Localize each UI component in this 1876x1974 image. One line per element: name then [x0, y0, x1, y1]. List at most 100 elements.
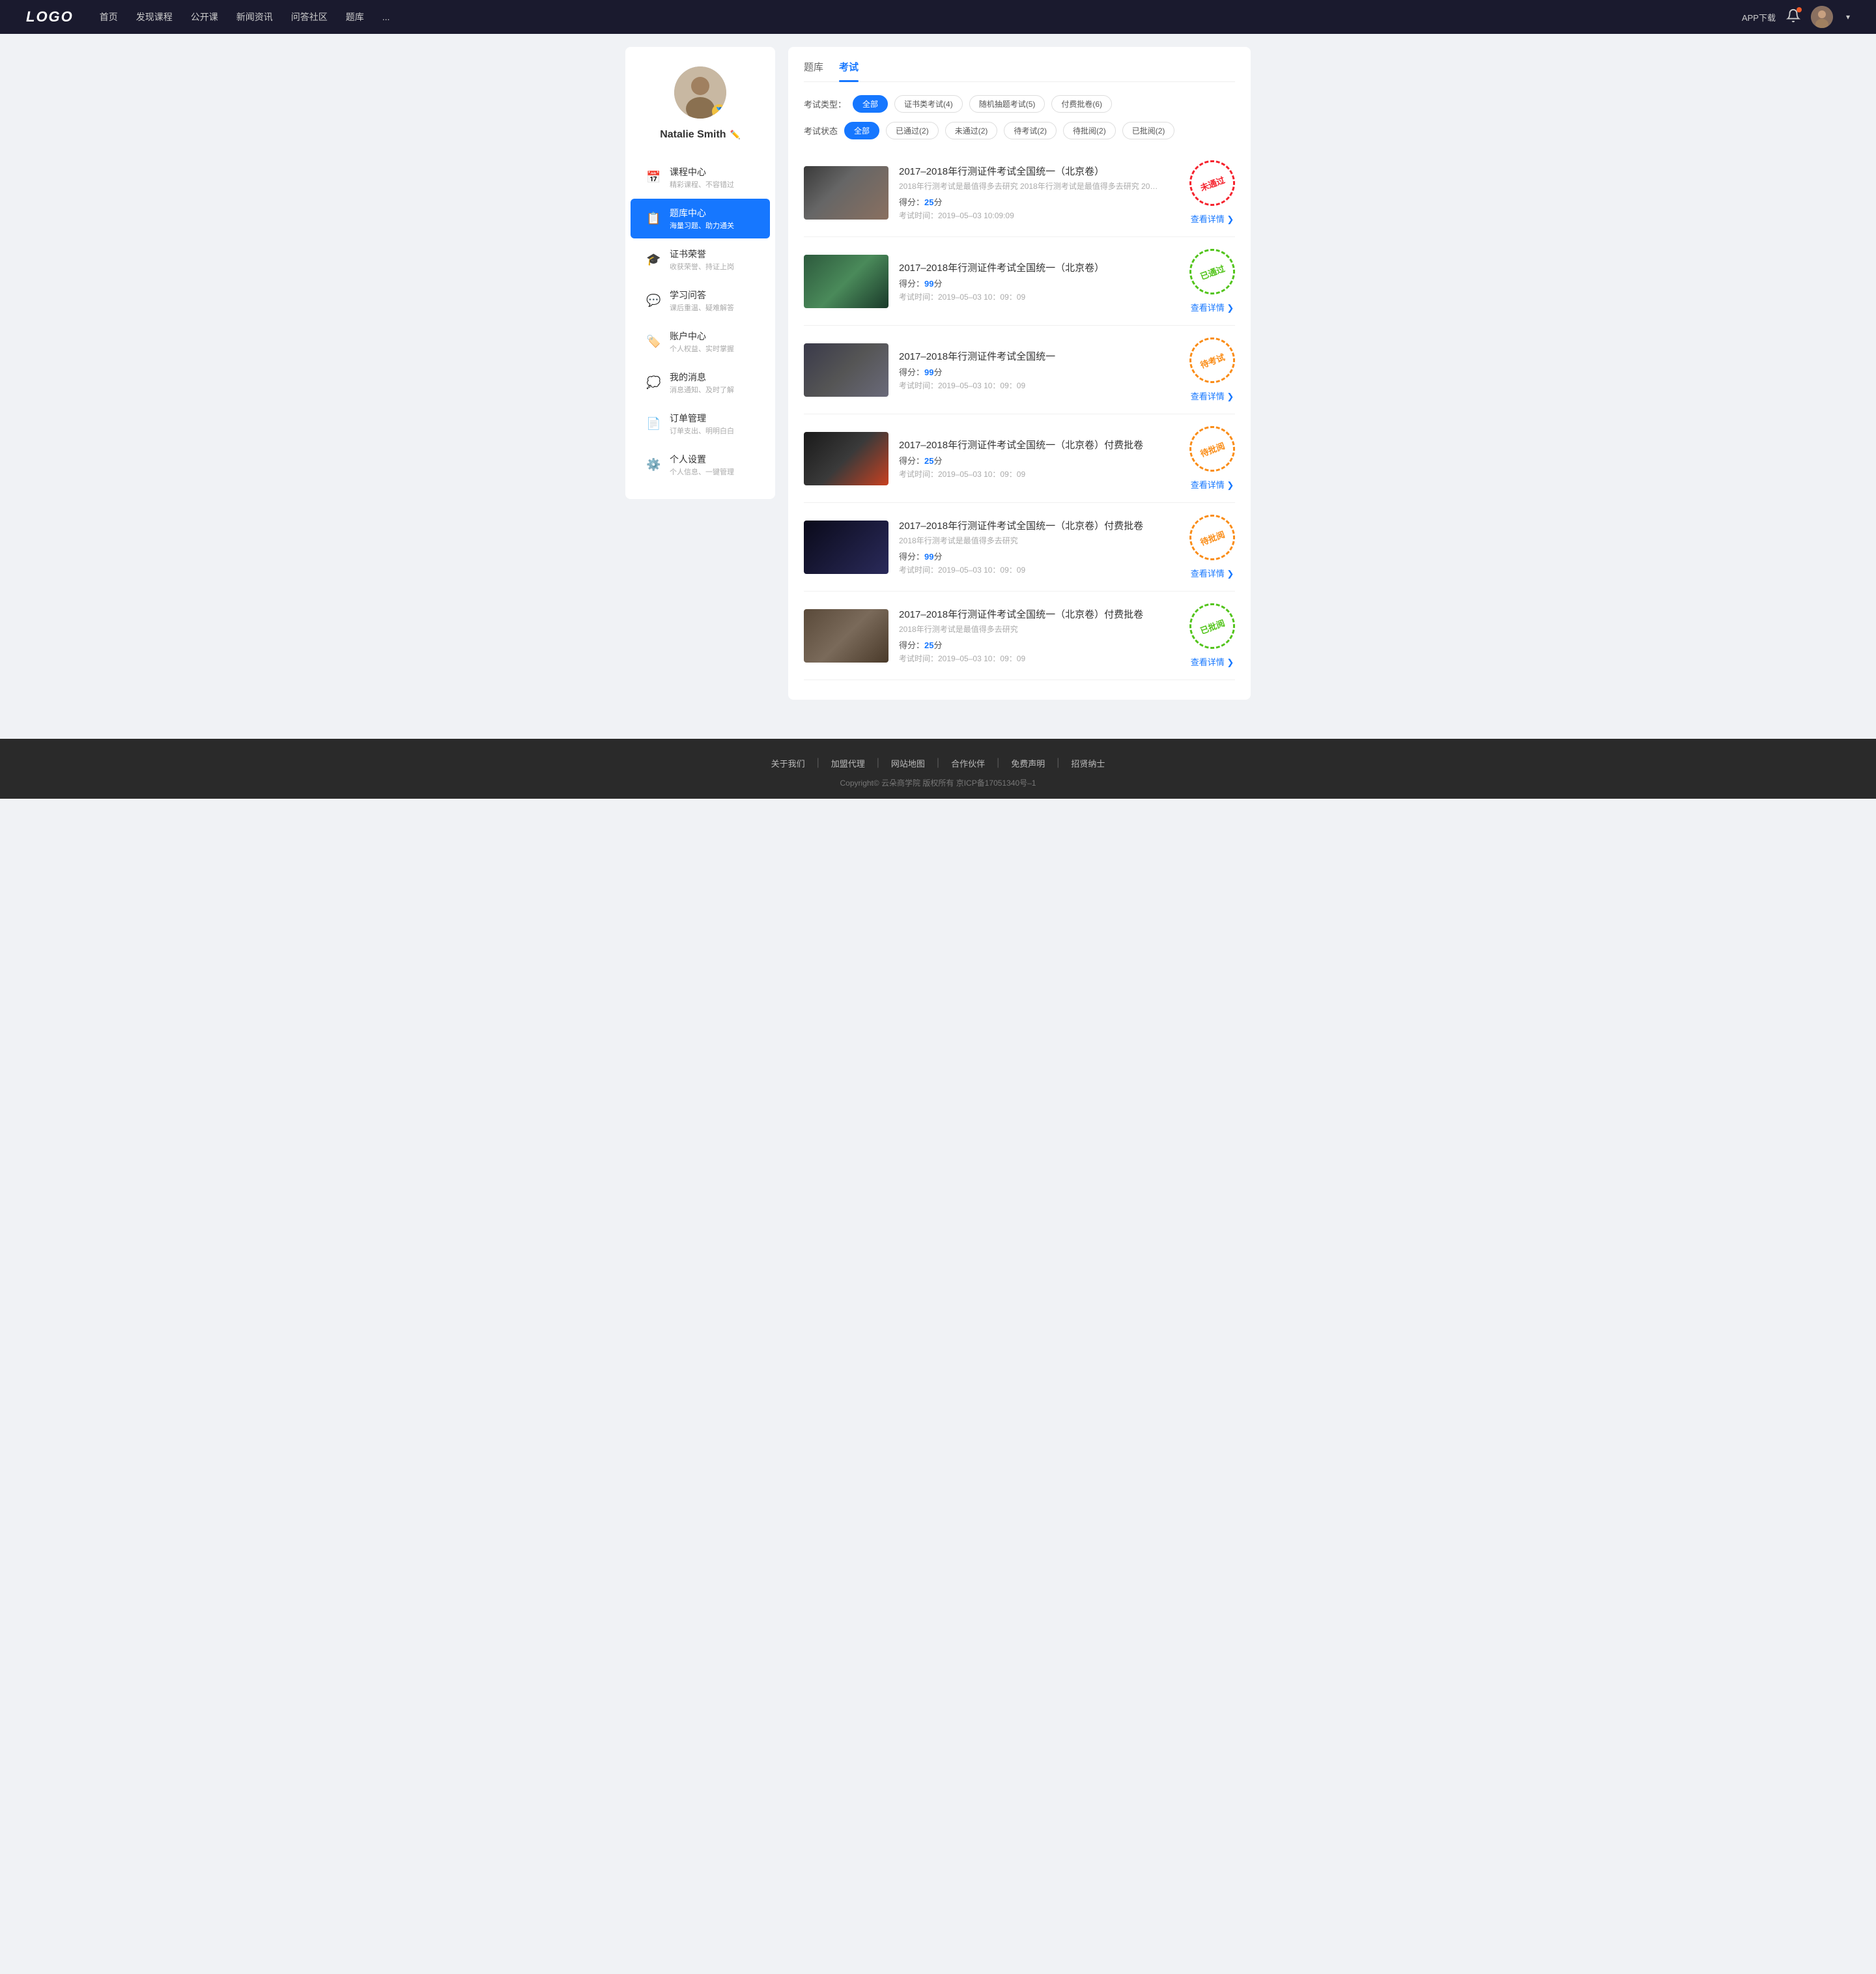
menu-label-orders: 订单管理 [670, 412, 734, 425]
nav-bank[interactable]: 题库 [346, 10, 364, 23]
exam-time: 考试时间：2019–05–03 10：09：09 [899, 468, 1179, 479]
sidebar-item-orders[interactable]: 📄 订单管理 订单支出、明明白白 [631, 404, 770, 444]
menu-sub-question-bank: 海量习题、助力通关 [670, 220, 734, 231]
exam-title: 2017–2018年行测证件考试全国统一（北京卷）付费批卷 [899, 438, 1179, 451]
user-avatar-nav[interactable] [1811, 6, 1833, 28]
edit-profile-icon[interactable]: ✏️ [730, 130, 741, 140]
nav-news[interactable]: 新闻资讯 [236, 10, 273, 23]
exam-desc: 2018年行测考试是最值得多去研究 [899, 535, 1159, 546]
footer-link-0[interactable]: 关于我们 [760, 757, 817, 769]
username: Natalie Smith ✏️ [660, 129, 741, 141]
view-detail-btn[interactable]: 查看详情 ❯ [1191, 478, 1234, 491]
tab-question-bank[interactable]: 题库 [804, 60, 823, 81]
sidebar-item-course-center[interactable]: 📅 课程中心 精彩课程、不容错过 [631, 158, 770, 197]
exam-title: 2017–2018年行测证件考试全国统一（北京卷） [899, 261, 1179, 274]
menu-sub-qa: 课后重温、疑难解答 [670, 302, 734, 313]
exam-score-value: 99 [924, 279, 933, 289]
footer-link-5[interactable]: 招贤纳士 [1059, 757, 1116, 769]
exam-type-filter-btn[interactable]: 随机抽题考试(5) [969, 95, 1045, 113]
exam-status-filter-btn[interactable]: 未通过(2) [945, 122, 998, 139]
menu-icon-qa: 💬 [646, 294, 661, 308]
exam-item-3: 2017–2018年行测证件考试全国统一 得分：99分 考试时间：2019–05… [804, 326, 1235, 414]
exam-time: 考试时间：2019–05–03 10：09：09 [899, 291, 1179, 302]
view-detail-btn[interactable]: 查看详情 ❯ [1191, 212, 1234, 225]
exam-type-filter-btn[interactable]: 全部 [853, 95, 888, 113]
menu-text-certificate: 证书荣誉 收获荣誉、持证上岗 [670, 248, 734, 272]
sidebar-item-settings[interactable]: ⚙️ 个人设置 个人信息、一键管理 [631, 445, 770, 485]
footer-link-4[interactable]: 免费声明 [999, 757, 1057, 769]
exam-status-filter-btn[interactable]: 待考试(2) [1004, 122, 1057, 139]
exam-desc: 2018年行测考试是最值得多去研究 [899, 623, 1159, 635]
sidebar-item-certificate[interactable]: 🎓 证书荣誉 收获荣誉、持证上岗 [631, 240, 770, 279]
exam-item-2: 2017–2018年行测证件考试全国统一（北京卷） 得分：99分 考试时间：20… [804, 237, 1235, 326]
footer-link-3[interactable]: 合作伙伴 [939, 757, 997, 769]
tab-bar: 题库 考试 [804, 60, 1235, 82]
exam-stamp: 已通过 [1183, 242, 1242, 301]
menu-icon-orders: 📄 [646, 417, 661, 431]
exam-score: 得分：25分 [899, 638, 1179, 651]
menu-text-qa: 学习问答 课后重温、疑难解答 [670, 289, 734, 313]
exam-type-filter-btn[interactable]: 证书类考试(4) [894, 95, 963, 113]
exam-score: 得分：25分 [899, 454, 1179, 466]
notification-dot [1797, 7, 1802, 12]
nav-public[interactable]: 公开课 [191, 10, 218, 23]
exam-info: 2017–2018年行测证件考试全国统一（北京卷）付费批卷 2018年行测考试是… [899, 519, 1179, 575]
view-detail-btn[interactable]: 查看详情 ❯ [1191, 390, 1234, 402]
sidebar-item-account[interactable]: 🏷️ 账户中心 个人权益、实时掌握 [631, 322, 770, 362]
exam-score-value: 99 [924, 367, 933, 377]
exam-right: 已通过 查看详情 ❯ [1189, 249, 1235, 313]
view-detail-btn[interactable]: 查看详情 ❯ [1191, 567, 1234, 579]
main-layout: 🏅 Natalie Smith ✏️ 📅 课程中心 精彩课程、不容错过 📋 题库… [612, 34, 1264, 739]
menu-sub-messages: 消息通知、及时了解 [670, 384, 734, 395]
sidebar-menu: 📅 课程中心 精彩课程、不容错过 📋 题库中心 海量习题、助力通关 🎓 证书荣誉… [625, 156, 775, 486]
exam-status-filter-btn[interactable]: 全部 [844, 122, 879, 139]
menu-icon-settings: ⚙️ [646, 458, 661, 472]
exam-status-filter-btn[interactable]: 待批阅(2) [1063, 122, 1116, 139]
footer-link-1[interactable]: 加盟代理 [819, 757, 877, 769]
app-download[interactable]: APP下载 [1742, 11, 1776, 23]
notification-bell[interactable] [1786, 8, 1800, 26]
exam-type-filter-btn[interactable]: 付费批卷(6) [1051, 95, 1112, 113]
menu-label-account: 账户中心 [670, 330, 734, 343]
view-detail-btn[interactable]: 查看详情 ❯ [1191, 655, 1234, 668]
exam-type-filter-row: 考试类型： 全部证书类考试(4)随机抽题考试(5)付费批卷(6) [804, 95, 1235, 113]
menu-label-settings: 个人设置 [670, 453, 734, 466]
exam-time: 考试时间：2019–05–03 10：09：09 [899, 653, 1179, 664]
exam-info: 2017–2018年行测证件考试全国统一 得分：99分 考试时间：2019–05… [899, 349, 1179, 391]
exam-item-6: 2017–2018年行测证件考试全国统一（北京卷）付费批卷 2018年行测考试是… [804, 592, 1235, 680]
nav-courses[interactable]: 发现课程 [136, 10, 173, 23]
menu-sub-course-center: 精彩课程、不容错过 [670, 179, 734, 190]
menu-label-course-center: 课程中心 [670, 165, 734, 179]
sidebar-item-question-bank[interactable]: 📋 题库中心 海量习题、助力通关 [631, 199, 770, 238]
view-detail-btn[interactable]: 查看详情 ❯ [1191, 301, 1234, 313]
menu-sub-orders: 订单支出、明明白白 [670, 425, 734, 436]
exam-status-filter-btn[interactable]: 已批阅(2) [1122, 122, 1175, 139]
user-menu-chevron[interactable]: ▾ [1846, 12, 1850, 21]
navbar: LOGO 首页 发现课程 公开课 新闻资讯 问答社区 题库 ... APP下载 … [0, 0, 1876, 34]
menu-label-question-bank: 题库中心 [670, 207, 734, 220]
exam-right: 未通过 查看详情 ❯ [1189, 160, 1235, 225]
exam-status-filter-btn[interactable]: 已通过(2) [886, 122, 939, 139]
sidebar-item-messages[interactable]: 💭 我的消息 消息通知、及时了解 [631, 363, 770, 403]
exam-time: 考试时间：2019–05–03 10:09:09 [899, 210, 1179, 221]
exam-status-label: 考试状态 [804, 124, 838, 137]
sidebar: 🏅 Natalie Smith ✏️ 📅 课程中心 精彩课程、不容错过 📋 题库… [625, 47, 775, 499]
exam-info: 2017–2018年行测证件考试全国统一（北京卷） 2018年行测考试是最值得多… [899, 164, 1179, 221]
logo: LOGO [26, 8, 74, 25]
exam-stamp: 待批阅 [1183, 508, 1242, 567]
footer-copyright: Copyright© 云朵商学院 版权所有 京ICP备17051340号–1 [0, 777, 1876, 788]
nav-home[interactable]: 首页 [100, 10, 118, 23]
tab-exam[interactable]: 考试 [839, 60, 859, 81]
exam-thumbnail [804, 432, 888, 485]
menu-icon-account: 🏷️ [646, 335, 661, 349]
sidebar-item-qa[interactable]: 💬 学习问答 课后重温、疑难解答 [631, 281, 770, 321]
menu-text-settings: 个人设置 个人信息、一键管理 [670, 453, 734, 477]
footer-link-2[interactable]: 网站地图 [879, 757, 937, 769]
exam-score: 得分：25分 [899, 195, 1179, 208]
menu-text-course-center: 课程中心 精彩课程、不容错过 [670, 165, 734, 190]
nav-qa[interactable]: 问答社区 [291, 10, 328, 23]
exam-info: 2017–2018年行测证件考试全国统一（北京卷）付费批卷 得分：25分 考试时… [899, 438, 1179, 479]
exam-title: 2017–2018年行测证件考试全国统一（北京卷）付费批卷 [899, 607, 1179, 621]
nav-more[interactable]: ... [382, 12, 390, 22]
menu-text-messages: 我的消息 消息通知、及时了解 [670, 371, 734, 395]
